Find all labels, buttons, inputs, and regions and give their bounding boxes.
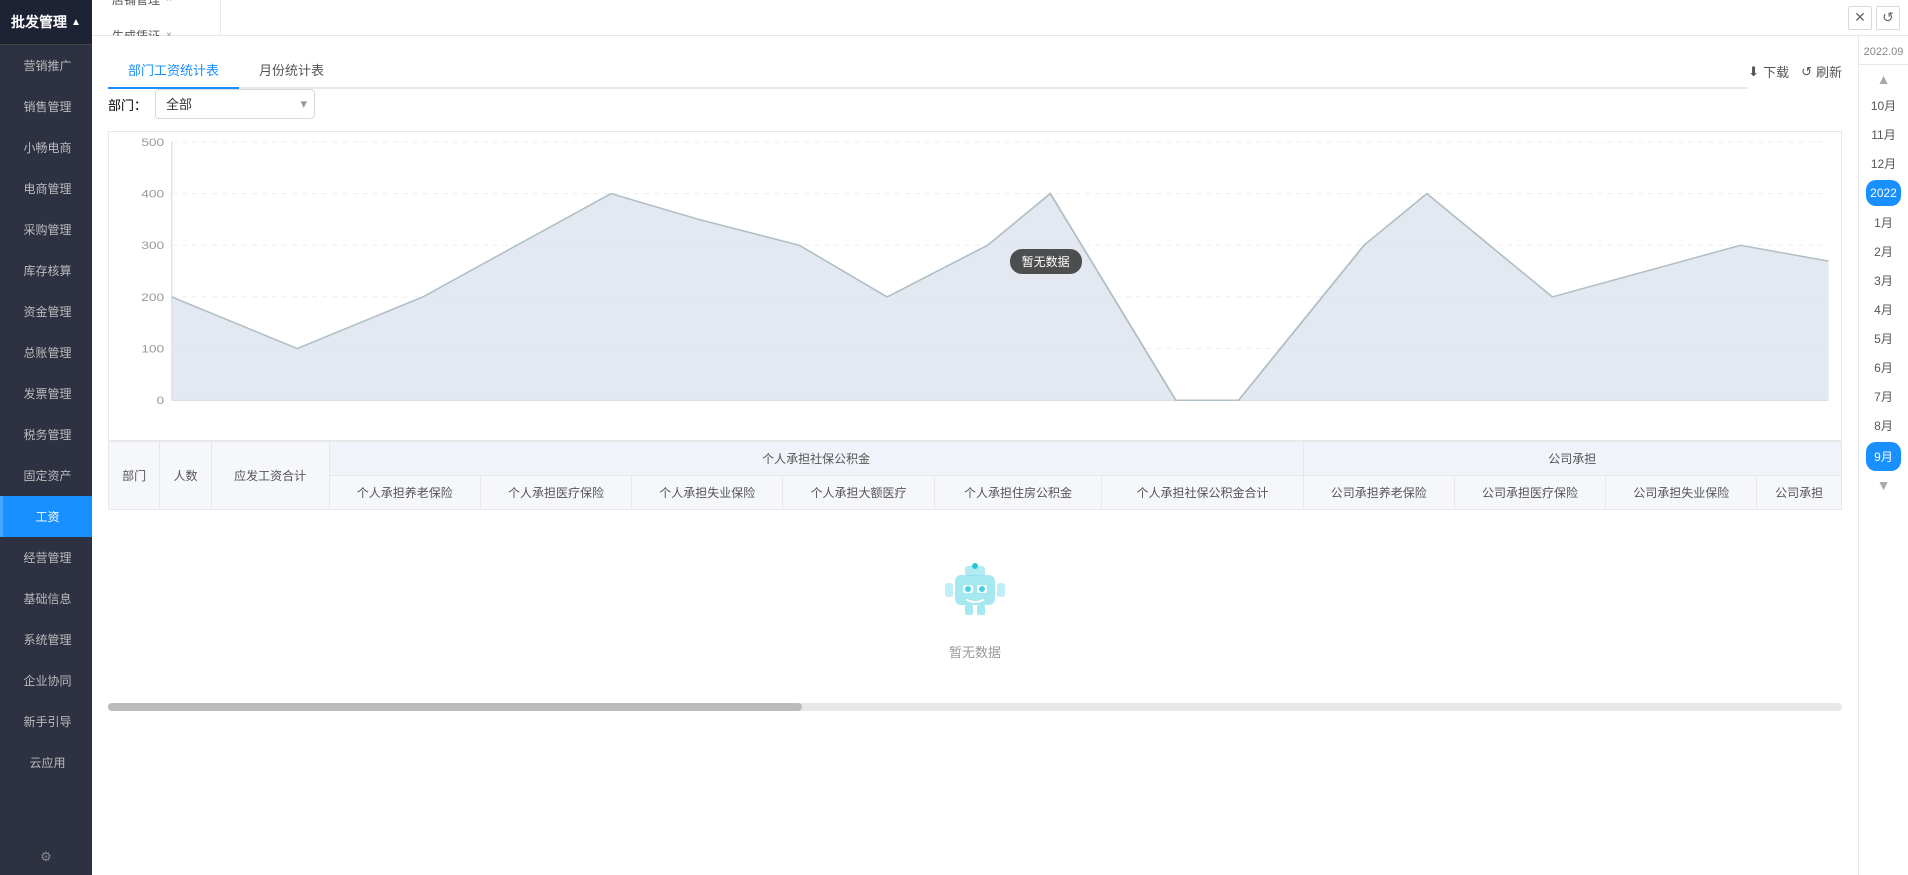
refresh-icon: ↺ bbox=[1801, 64, 1812, 80]
date-item-11月[interactable]: 11月 bbox=[1862, 120, 1905, 149]
date-item-8月[interactable]: 8月 bbox=[1862, 411, 1905, 440]
date-item-2022[interactable]: 2022 bbox=[1866, 180, 1901, 206]
col-p-total: 个人承担社保公积金合计 bbox=[1102, 476, 1303, 510]
sidebar-header: 批发管理 ▲ bbox=[0, 0, 92, 45]
download-label: 下载 bbox=[1763, 62, 1789, 81]
sidebar-item-总账管理[interactable]: 总账管理 bbox=[0, 332, 92, 373]
svg-text:100: 100 bbox=[141, 343, 164, 355]
col-c-pension: 公司承担养老保险 bbox=[1303, 476, 1454, 510]
sidebar-item-基础信息[interactable]: 基础信息 bbox=[0, 578, 92, 619]
sidebar-item-新手引导[interactable]: 新手引导 bbox=[0, 701, 92, 742]
sub-tab-月份统计表[interactable]: 月份统计表 bbox=[239, 52, 344, 89]
sidebar-item-经营管理[interactable]: 经营管理 bbox=[0, 537, 92, 578]
download-button[interactable]: ⬇ 下载 bbox=[1748, 62, 1789, 81]
tab-close-icon[interactable]: × bbox=[166, 0, 172, 18]
col-p-pension: 个人承担养老保险 bbox=[329, 476, 480, 510]
col-p-housing: 个人承担住房公积金 bbox=[934, 476, 1102, 510]
date-item-5月[interactable]: 5月 bbox=[1862, 324, 1905, 353]
svg-text:400: 400 bbox=[141, 188, 164, 200]
sidebar-item-资金管理[interactable]: 资金管理 bbox=[0, 291, 92, 332]
sidebar-item-系统管理[interactable]: 系统管理 bbox=[0, 619, 92, 660]
tab-bar-right: ✕ ↺ bbox=[1848, 6, 1900, 30]
col-c-etc: 公司承担 bbox=[1757, 476, 1842, 510]
col-dept: 部门 bbox=[109, 442, 160, 510]
settings-button[interactable]: ⚙ bbox=[0, 839, 92, 875]
sidebar-item-采购管理[interactable]: 采购管理 bbox=[0, 209, 92, 250]
sidebar-item-小畅电商[interactable]: 小畅电商 bbox=[0, 127, 92, 168]
toolbar-actions: ⬇ 下载 ↺ 刷新 bbox=[1748, 62, 1842, 87]
table-wrapper: 部门 人数 应发工资合计 个人承担社保公积金 公司承担 个人承担养老保险 个人承… bbox=[108, 441, 1842, 711]
refresh-button[interactable]: ↺ 刷新 bbox=[1801, 62, 1842, 81]
date-item-12月[interactable]: 12月 bbox=[1862, 149, 1905, 178]
date-item-1月[interactable]: 1月 bbox=[1862, 208, 1905, 237]
svg-text:300: 300 bbox=[141, 240, 164, 252]
sidebar-item-电商管理[interactable]: 电商管理 bbox=[0, 168, 92, 209]
sidebar-item-税务管理[interactable]: 税务管理 bbox=[0, 414, 92, 455]
scroll-thumb[interactable] bbox=[108, 703, 802, 711]
tab-bar: 首页门店商品目录×销售单×店铺管理×生成凭证×应收应付调整单×工资表×工资统计报… bbox=[92, 0, 1908, 36]
sidebar-item-云应用[interactable]: 云应用 bbox=[0, 742, 92, 783]
col-p-unemploy: 个人承担失业保险 bbox=[632, 476, 783, 510]
sidebar-item-发票管理[interactable]: 发票管理 bbox=[0, 373, 92, 414]
date-item-7月[interactable]: 7月 bbox=[1862, 382, 1905, 411]
sidebar-item-固定资产[interactable]: 固定资产 bbox=[0, 455, 92, 496]
page-content: 部门工资统计表月份统计表 ⬇ 下载 ↺ 刷新 部门： bbox=[92, 36, 1858, 875]
sidebar-item-工资[interactable]: 工资 bbox=[0, 496, 92, 537]
sidebar: 批发管理 ▲ 营销推广销售管理小畅电商电商管理采购管理库存核算资金管理总账管理发… bbox=[0, 0, 92, 875]
sidebar-title: 批发管理 bbox=[11, 12, 67, 32]
date-panel-header: 2022.09 bbox=[1859, 40, 1908, 65]
sidebar-items: 营销推广销售管理小畅电商电商管理采购管理库存核算资金管理总账管理发票管理税务管理… bbox=[0, 45, 92, 783]
dept-select-wrapper: 全部 bbox=[155, 89, 315, 119]
content-area: 部门工资统计表月份统计表 ⬇ 下载 ↺ 刷新 部门： bbox=[92, 36, 1908, 875]
date-panel-items: 10月11月12月20221月2月3月4月5月6月7月8月9月 bbox=[1862, 91, 1905, 473]
data-table: 部门 人数 应发工资合计 个人承担社保公积金 公司承担 个人承担养老保险 个人承… bbox=[108, 441, 1842, 510]
svg-text:500: 500 bbox=[141, 136, 164, 148]
tab-label: 店铺管理 bbox=[112, 0, 160, 18]
download-icon: ⬇ bbox=[1748, 64, 1759, 80]
col-salary: 应发工资合计 bbox=[211, 442, 329, 510]
date-item-2月[interactable]: 2月 bbox=[1862, 237, 1905, 266]
empty-robot-icon bbox=[935, 550, 1015, 630]
date-item-6月[interactable]: 6月 bbox=[1862, 353, 1905, 382]
sidebar-item-销售管理[interactable]: 销售管理 bbox=[0, 86, 92, 127]
dept-filter: 部门： 全部 bbox=[108, 89, 315, 119]
sidebar-toggle-icon[interactable]: ▲ bbox=[71, 17, 81, 28]
tab-店铺管理[interactable]: 店铺管理 × bbox=[100, 0, 221, 18]
col-people: 人数 bbox=[160, 442, 211, 510]
col-c-unemploy: 公司承担失业保险 bbox=[1606, 476, 1757, 510]
date-item-10月[interactable]: 10月 bbox=[1862, 91, 1905, 120]
date-item-3月[interactable]: 3月 bbox=[1862, 266, 1905, 295]
sidebar-item-库存核算[interactable]: 库存核算 bbox=[0, 250, 92, 291]
col-group-company: 公司承担 bbox=[1303, 442, 1841, 476]
col-group-personal: 个人承担社保公积金 bbox=[329, 442, 1303, 476]
date-panel: 2022.09 ▲ 10月11月12月20221月2月3月4月5月6月7月8月9… bbox=[1858, 36, 1908, 875]
sub-tabs: 部门工资统计表月份统计表 bbox=[108, 52, 1748, 89]
col-p-medical: 个人承担医疗保险 bbox=[480, 476, 631, 510]
horizontal-scrollbar[interactable] bbox=[108, 703, 1842, 711]
reload-button[interactable]: ↺ bbox=[1876, 6, 1900, 30]
sidebar-item-营销推广[interactable]: 营销推广 bbox=[0, 45, 92, 86]
svg-text:200: 200 bbox=[141, 291, 164, 303]
col-c-medical: 公司承担医疗保险 bbox=[1454, 476, 1605, 510]
filter-row: 部门： 全部 bbox=[108, 89, 1842, 119]
empty-state: 暂无数据 bbox=[108, 510, 1842, 701]
date-item-4月[interactable]: 4月 bbox=[1862, 295, 1905, 324]
main-area: 首页门店商品目录×销售单×店铺管理×生成凭证×应收应付调整单×工资表×工资统计报… bbox=[92, 0, 1908, 875]
chart-svg: 0 100 200 300 400 500 bbox=[109, 132, 1841, 440]
empty-text: 暂无数据 bbox=[949, 642, 1001, 661]
col-p-bigmedical: 个人承担大额医疗 bbox=[783, 476, 934, 510]
dept-label: 部门： bbox=[108, 95, 147, 114]
sub-tab-部门工资统计表[interactable]: 部门工资统计表 bbox=[108, 52, 239, 89]
date-item-9月[interactable]: 9月 bbox=[1866, 442, 1901, 471]
svg-text:0: 0 bbox=[157, 395, 165, 407]
refresh-label: 刷新 bbox=[1816, 62, 1842, 81]
date-panel-up-arrow[interactable]: ▲ bbox=[1873, 67, 1895, 91]
close-all-button[interactable]: ✕ bbox=[1848, 6, 1872, 30]
chart-container: 0 100 200 300 400 500 暂无数据 bbox=[108, 131, 1842, 441]
date-panel-down-arrow[interactable]: ▼ bbox=[1873, 473, 1895, 497]
dept-select[interactable]: 全部 bbox=[155, 89, 315, 119]
sidebar-item-企业协同[interactable]: 企业协同 bbox=[0, 660, 92, 701]
